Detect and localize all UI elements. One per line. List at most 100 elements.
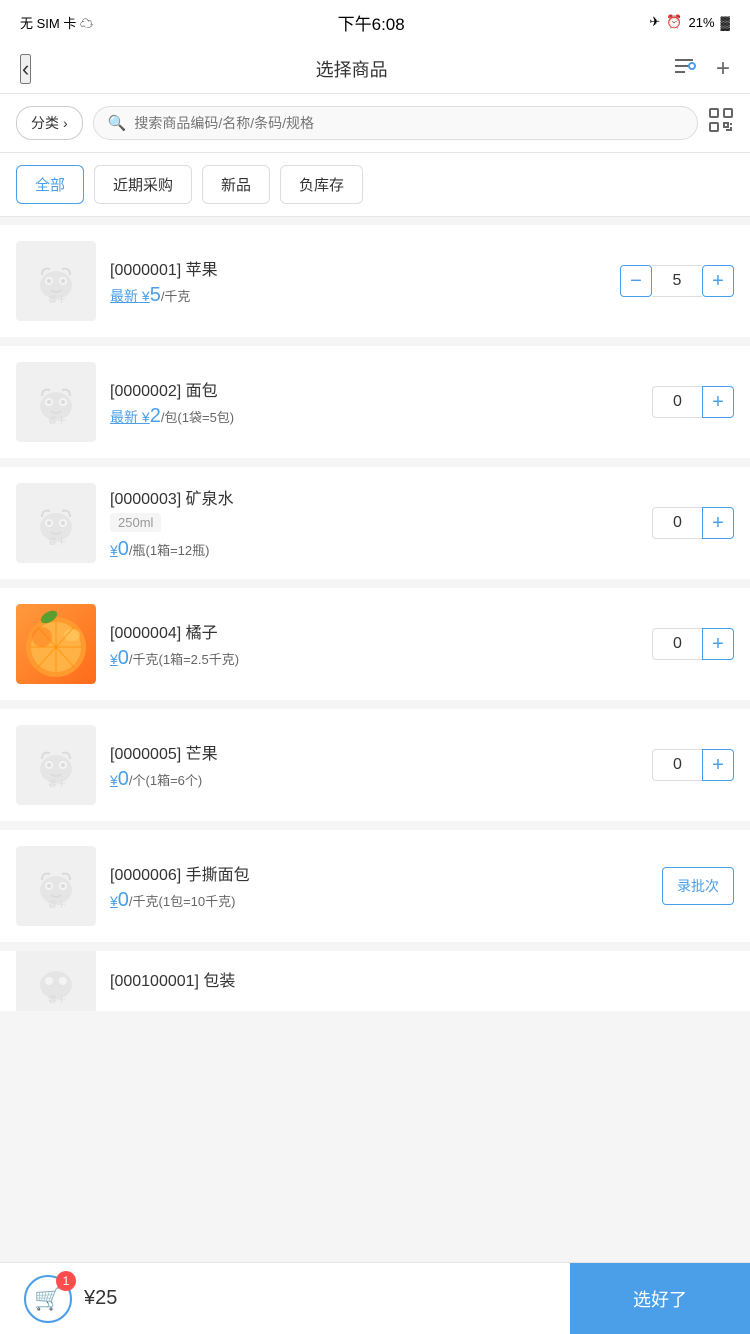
price-prefix: ¥ (110, 772, 118, 788)
filter-row: 分类 › 🔍 (0, 94, 750, 153)
product-name: [0000001] 苹果 (110, 256, 606, 280)
price-line: ¥ 0 /瓶(1箱=12瓶) (110, 538, 638, 561)
decrease-button[interactable]: − (620, 265, 652, 297)
price-number: 0 (118, 647, 129, 670)
battery-icon: ▓ (721, 15, 730, 30)
price-suffix: /包(1袋=5包) (161, 407, 234, 426)
placeholder-icon: 睿十 (16, 241, 96, 321)
increase-button[interactable]: + (702, 507, 734, 539)
product-image-orange (16, 604, 96, 684)
increase-button[interactable]: + (702, 265, 734, 297)
category-label: 分类 (31, 113, 59, 133)
placeholder-icon: 睿十 (16, 951, 96, 1011)
svg-text:睿十: 睿十 (48, 536, 66, 545)
alarm-icon: ⏰ (666, 14, 682, 30)
product-info-partial: [000100001] 包装 (110, 967, 734, 995)
product-item: 睿十 [0000006] 手撕面包 ¥ 0 /千克(1包=10千克) 录批次 (0, 830, 750, 942)
category-button[interactable]: 分类 › (16, 106, 83, 140)
tab-recent[interactable]: 近期采购 (94, 165, 192, 204)
product-info-bread: [0000002] 面包 最新 ¥ 2 /包(1袋=5包) (110, 377, 638, 428)
quantity-input[interactable] (652, 265, 702, 297)
nav-right-actions: + (672, 55, 730, 83)
product-list: 睿十 [0000001] 苹果 最新 ¥ 5 /千克 − + (0, 225, 750, 1011)
product-image-bread: 睿十 (16, 362, 96, 442)
product-info-apple: [0000001] 苹果 最新 ¥ 5 /千克 (110, 256, 606, 307)
search-magnify-icon: 🔍 (108, 114, 127, 132)
price-prefix: 最新 ¥ (110, 286, 150, 306)
back-button[interactable]: ‹ (20, 54, 31, 84)
quantity-display: 0 (652, 749, 702, 781)
price-suffix: /千克(1箱=2.5千克) (129, 649, 239, 668)
product-info-mango: [0000005] 芒果 ¥ 0 /个(1箱=6个) (110, 740, 638, 791)
tab-new[interactable]: 新品 (202, 165, 270, 204)
search-input[interactable] (134, 115, 683, 131)
product-name: [000100001] 包装 (110, 967, 734, 991)
nav-bar: ‹ 选择商品 + (0, 44, 750, 94)
cart-section: 🛒 1 ¥25 (0, 1275, 570, 1323)
price-suffix: /千克(1包=10千克) (129, 891, 236, 910)
cart-total: ¥25 (84, 1287, 117, 1310)
price-number: 0 (118, 768, 129, 791)
price-number: 0 (118, 538, 129, 561)
product-item-partial: 睿十 [000100001] 包装 (0, 951, 750, 1011)
price-line: ¥ 0 /个(1箱=6个) (110, 768, 638, 791)
price-line: ¥ 0 /千克(1包=10千克) (110, 889, 648, 912)
product-item: [0000004] 橘子 ¥ 0 /千克(1箱=2.5千克) 0 + (0, 588, 750, 700)
price-prefix: ¥ (110, 893, 118, 909)
separator (0, 580, 750, 588)
status-time: 下午6:08 (338, 10, 405, 35)
record-batch-button[interactable]: 录批次 (662, 867, 734, 905)
svg-text:睿十: 睿十 (48, 994, 66, 1003)
product-name: [0000002] 面包 (110, 377, 638, 401)
scan-icon[interactable] (708, 107, 734, 139)
product-name: [0000006] 手撕面包 (110, 861, 648, 885)
price-line: 最新 ¥ 2 /包(1袋=5包) (110, 405, 638, 428)
placeholder-icon: 睿十 (16, 483, 96, 563)
add-icon[interactable]: + (716, 55, 730, 83)
placeholder-icon: 睿十 (16, 725, 96, 805)
bottom-bar: 🛒 1 ¥25 选好了 (0, 1262, 750, 1334)
product-info-water: [0000003] 矿泉水 250ml ¥ 0 /瓶(1箱=12瓶) (110, 485, 638, 561)
orange-fruit-image (16, 604, 96, 684)
price-suffix: /瓶(1箱=12瓶) (129, 540, 210, 559)
price-suffix: /千克 (161, 286, 191, 305)
increase-button[interactable]: + (702, 386, 734, 418)
search-wrap: 🔍 (93, 106, 698, 140)
svg-text:睿十: 睿十 (48, 899, 66, 908)
confirm-button[interactable]: 选好了 (570, 1263, 750, 1334)
product-name: [0000005] 芒果 (110, 740, 638, 764)
category-chevron: › (63, 115, 68, 131)
separator (0, 701, 750, 709)
cart-icon: 🛒 (34, 1286, 61, 1312)
product-name: [0000003] 矿泉水 (110, 485, 638, 509)
increase-button[interactable]: + (702, 749, 734, 781)
tab-all[interactable]: 全部 (16, 165, 84, 204)
price-prefix: ¥ (110, 651, 118, 667)
separator (0, 943, 750, 951)
quantity-control-mango: 0 + (652, 749, 734, 781)
sim-label: 无 SIM 卡 ☁ (20, 13, 93, 32)
product-image-water: 睿十 (16, 483, 96, 563)
battery-label: 21% (688, 15, 714, 30)
page-title: 选择商品 (316, 56, 388, 82)
price-prefix: 最新 ¥ (110, 407, 150, 427)
product-info-tornbread: [0000006] 手撕面包 ¥ 0 /千克(1包=10千克) (110, 861, 648, 912)
separator (0, 338, 750, 346)
quantity-control-bread: 0 + (652, 386, 734, 418)
increase-button[interactable]: + (702, 628, 734, 660)
price-line: ¥ 0 /千克(1箱=2.5千克) (110, 647, 638, 670)
tabs-row: 全部 近期采购 新品 负库存 (0, 153, 750, 217)
cart-icon-wrap[interactable]: 🛒 1 (24, 1275, 72, 1323)
cart-badge: 1 (56, 1271, 76, 1291)
location-icon: ✈ (649, 14, 660, 30)
bottom-spacer (0, 1011, 750, 1091)
svg-text:睿十: 睿十 (48, 415, 66, 424)
product-spec: 250ml (110, 513, 161, 532)
product-info-orange: [0000004] 橘子 ¥ 0 /千克(1箱=2.5千克) (110, 619, 638, 670)
quantity-control-apple: − + (620, 265, 734, 297)
quantity-control-water: 0 + (652, 507, 734, 539)
filter-icon[interactable] (672, 55, 696, 83)
status-left: 无 SIM 卡 ☁ (20, 13, 93, 32)
tab-negative[interactable]: 负库存 (280, 165, 363, 204)
product-item: 睿十 [0000001] 苹果 最新 ¥ 5 /千克 − + (0, 225, 750, 337)
